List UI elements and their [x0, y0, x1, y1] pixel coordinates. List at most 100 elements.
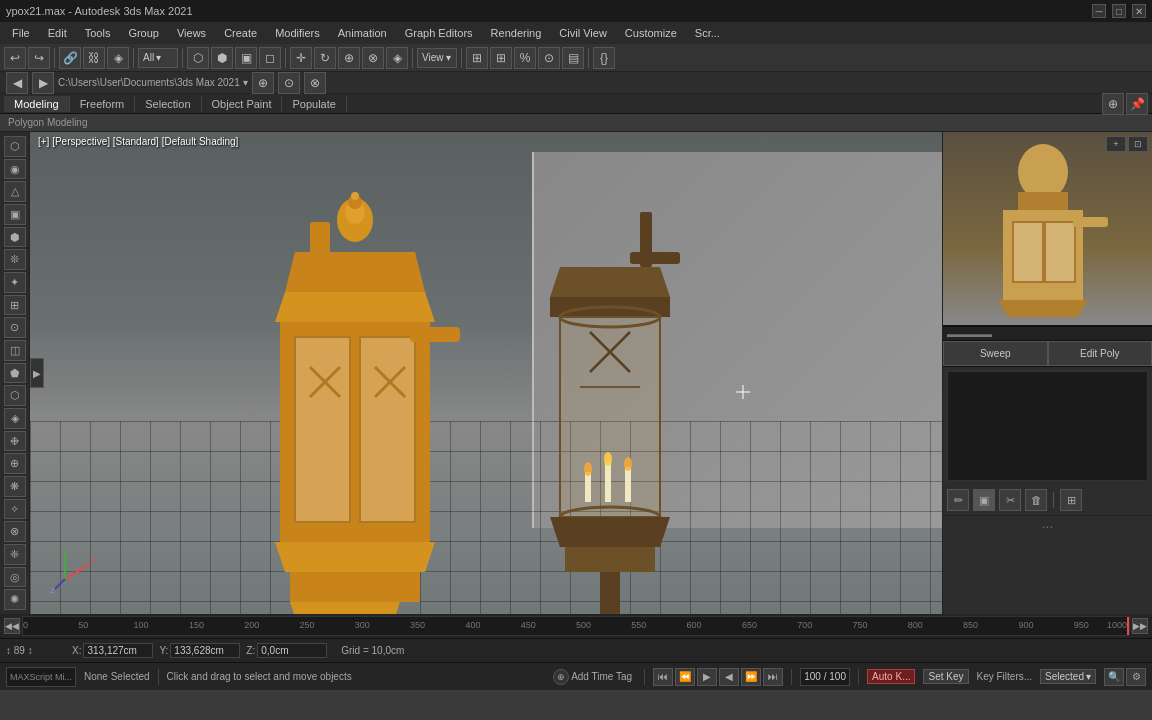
- menu-item-scr...[interactable]: Scr...: [687, 25, 728, 41]
- menu-item-create[interactable]: Create: [216, 25, 265, 41]
- snap-btn[interactable]: ⊞: [466, 47, 488, 69]
- unlink-button[interactable]: ⛓: [83, 47, 105, 69]
- left-icon-systems[interactable]: ⊞: [4, 295, 26, 316]
- right-vp-btn1[interactable]: +: [1106, 136, 1126, 152]
- bind-button[interactable]: ◈: [107, 47, 129, 69]
- pb-start[interactable]: ⏮: [653, 668, 673, 686]
- auto-key-button[interactable]: Auto K...: [867, 669, 915, 684]
- align-btn[interactable]: ▤: [562, 47, 584, 69]
- menu-item-modifiers[interactable]: Modifiers: [267, 25, 328, 41]
- timeline-next[interactable]: ▶▶: [1132, 618, 1148, 634]
- menu-item-file[interactable]: File: [4, 25, 38, 41]
- scale-button[interactable]: ⊕: [338, 47, 360, 69]
- snap2-btn[interactable]: ⊞: [490, 47, 512, 69]
- tab-selection[interactable]: Selection: [135, 96, 201, 112]
- viewport-expand-button[interactable]: ▶: [30, 358, 44, 388]
- pb-play[interactable]: ▶: [697, 668, 717, 686]
- right-vp-btn2[interactable]: ⊡: [1128, 136, 1148, 152]
- right-viewport[interactable]: + ⊡: [943, 132, 1152, 327]
- left-icon-12[interactable]: ⬡: [4, 385, 26, 406]
- left-icon-shapes[interactable]: △: [4, 181, 26, 202]
- select-button[interactable]: ⬡: [187, 47, 209, 69]
- left-icon-18[interactable]: ⊗: [4, 521, 26, 542]
- back-button[interactable]: ◀: [6, 72, 28, 94]
- timeline-track[interactable]: 0 50 100 150 200 250 300 350 400 450 500…: [22, 616, 1130, 636]
- left-icon-cam[interactable]: ⬢: [4, 227, 26, 248]
- search-button[interactable]: 🔍: [1104, 668, 1124, 686]
- frame-counter[interactable]: 100 / 100: [800, 668, 850, 686]
- mod-delete-icon[interactable]: 🗑: [1025, 489, 1047, 511]
- left-icon-19[interactable]: ❈: [4, 544, 26, 565]
- sweep-button[interactable]: Sweep: [943, 341, 1048, 366]
- breadcrumb-expand[interactable]: ⊕: [252, 72, 274, 94]
- x-input[interactable]: 313,127cm: [83, 643, 153, 658]
- y-input[interactable]: 133,628cm: [170, 643, 240, 658]
- options-button[interactable]: ⚙: [1126, 668, 1146, 686]
- curve-btn[interactable]: {}: [593, 47, 615, 69]
- menu-item-rendering[interactable]: Rendering: [483, 25, 550, 41]
- breadcrumb-action2[interactable]: ⊗: [304, 72, 326, 94]
- left-icon-helpers[interactable]: ❊: [4, 249, 26, 270]
- menu-item-tools[interactable]: Tools: [77, 25, 119, 41]
- add-time-tag-label[interactable]: Add Time Tag: [571, 671, 632, 682]
- pb-prev[interactable]: ⏪: [675, 668, 695, 686]
- left-icon-11[interactable]: ⬟: [4, 363, 26, 384]
- left-icon-space[interactable]: ✦: [4, 272, 26, 293]
- select-region-button[interactable]: ⬢: [211, 47, 233, 69]
- pb-end[interactable]: ⏭: [763, 668, 783, 686]
- mod-pencil-icon[interactable]: ✏: [947, 489, 969, 511]
- link-button[interactable]: 🔗: [59, 47, 81, 69]
- redo-button[interactable]: ↪: [28, 47, 50, 69]
- set-key-button[interactable]: Set Key: [923, 669, 968, 684]
- mod-cut-icon[interactable]: ✂: [999, 489, 1021, 511]
- left-icon-20[interactable]: ◎: [4, 567, 26, 588]
- left-icon-13[interactable]: ◈: [4, 408, 26, 429]
- pb-next[interactable]: ⏩: [741, 668, 761, 686]
- left-icon-21[interactable]: ✺: [4, 589, 26, 610]
- menu-item-edit[interactable]: Edit: [40, 25, 75, 41]
- left-icon-16[interactable]: ❋: [4, 476, 26, 497]
- select-all-button[interactable]: ▣: [235, 47, 257, 69]
- left-icon-paint[interactable]: ◉: [4, 159, 26, 180]
- percent-btn[interactable]: %: [514, 47, 536, 69]
- left-icon-select[interactable]: ⬡: [4, 136, 26, 157]
- rotate-button[interactable]: ↻: [314, 47, 336, 69]
- main-viewport[interactable]: X Y Z ▶: [30, 132, 942, 614]
- tab-modeling[interactable]: Modeling: [4, 96, 70, 112]
- pb-play-rev[interactable]: ◀: [719, 668, 739, 686]
- ribbon-toggle[interactable]: ⊕: [1102, 93, 1124, 115]
- tab-freeform[interactable]: Freeform: [70, 96, 136, 112]
- scale3-button[interactable]: ◈: [386, 47, 408, 69]
- undo-button[interactable]: ↩: [4, 47, 26, 69]
- mirror-btn[interactable]: ⊙: [538, 47, 560, 69]
- tab-object-paint[interactable]: Object Paint: [202, 96, 283, 112]
- mod-grid-icon[interactable]: ⊞: [1060, 489, 1082, 511]
- left-icon-17[interactable]: ✧: [4, 499, 26, 520]
- select-inv-button[interactable]: ◻: [259, 47, 281, 69]
- view-dropdown[interactable]: View ▾: [417, 48, 457, 68]
- forward-button[interactable]: ▶: [32, 72, 54, 94]
- menu-item-views[interactable]: Views: [169, 25, 214, 41]
- scale2-button[interactable]: ⊗: [362, 47, 384, 69]
- close-button[interactable]: ✕: [1132, 4, 1146, 18]
- edit-poly-button[interactable]: Edit Poly: [1048, 341, 1153, 366]
- timeline-cursor[interactable]: [1127, 617, 1129, 635]
- left-icon-10[interactable]: ◫: [4, 340, 26, 361]
- tab-populate[interactable]: Populate: [282, 96, 346, 112]
- move-button[interactable]: ✛: [290, 47, 312, 69]
- menu-item-customize[interactable]: Customize: [617, 25, 685, 41]
- maxscript-mini[interactable]: MAXScript Mi...: [6, 667, 76, 687]
- frame-number-input[interactable]: ↕ 89 ↕: [6, 645, 66, 656]
- selection-dropdown[interactable]: Selected ▾: [1040, 669, 1096, 684]
- left-icon-9[interactable]: ⊙: [4, 317, 26, 338]
- add-time-tag-icon[interactable]: ⊕: [553, 669, 569, 685]
- mod-list-icon[interactable]: ▣: [973, 489, 995, 511]
- minimize-button[interactable]: ─: [1092, 4, 1106, 18]
- menu-item-animation[interactable]: Animation: [330, 25, 395, 41]
- z-input[interactable]: 0,0cm: [257, 643, 327, 658]
- layer-dropdown[interactable]: All ▾: [138, 48, 178, 68]
- maximize-button[interactable]: □: [1112, 4, 1126, 18]
- menu-item-graph-editors[interactable]: Graph Editors: [397, 25, 481, 41]
- left-icon-14[interactable]: ❉: [4, 431, 26, 452]
- menu-item-group[interactable]: Group: [120, 25, 167, 41]
